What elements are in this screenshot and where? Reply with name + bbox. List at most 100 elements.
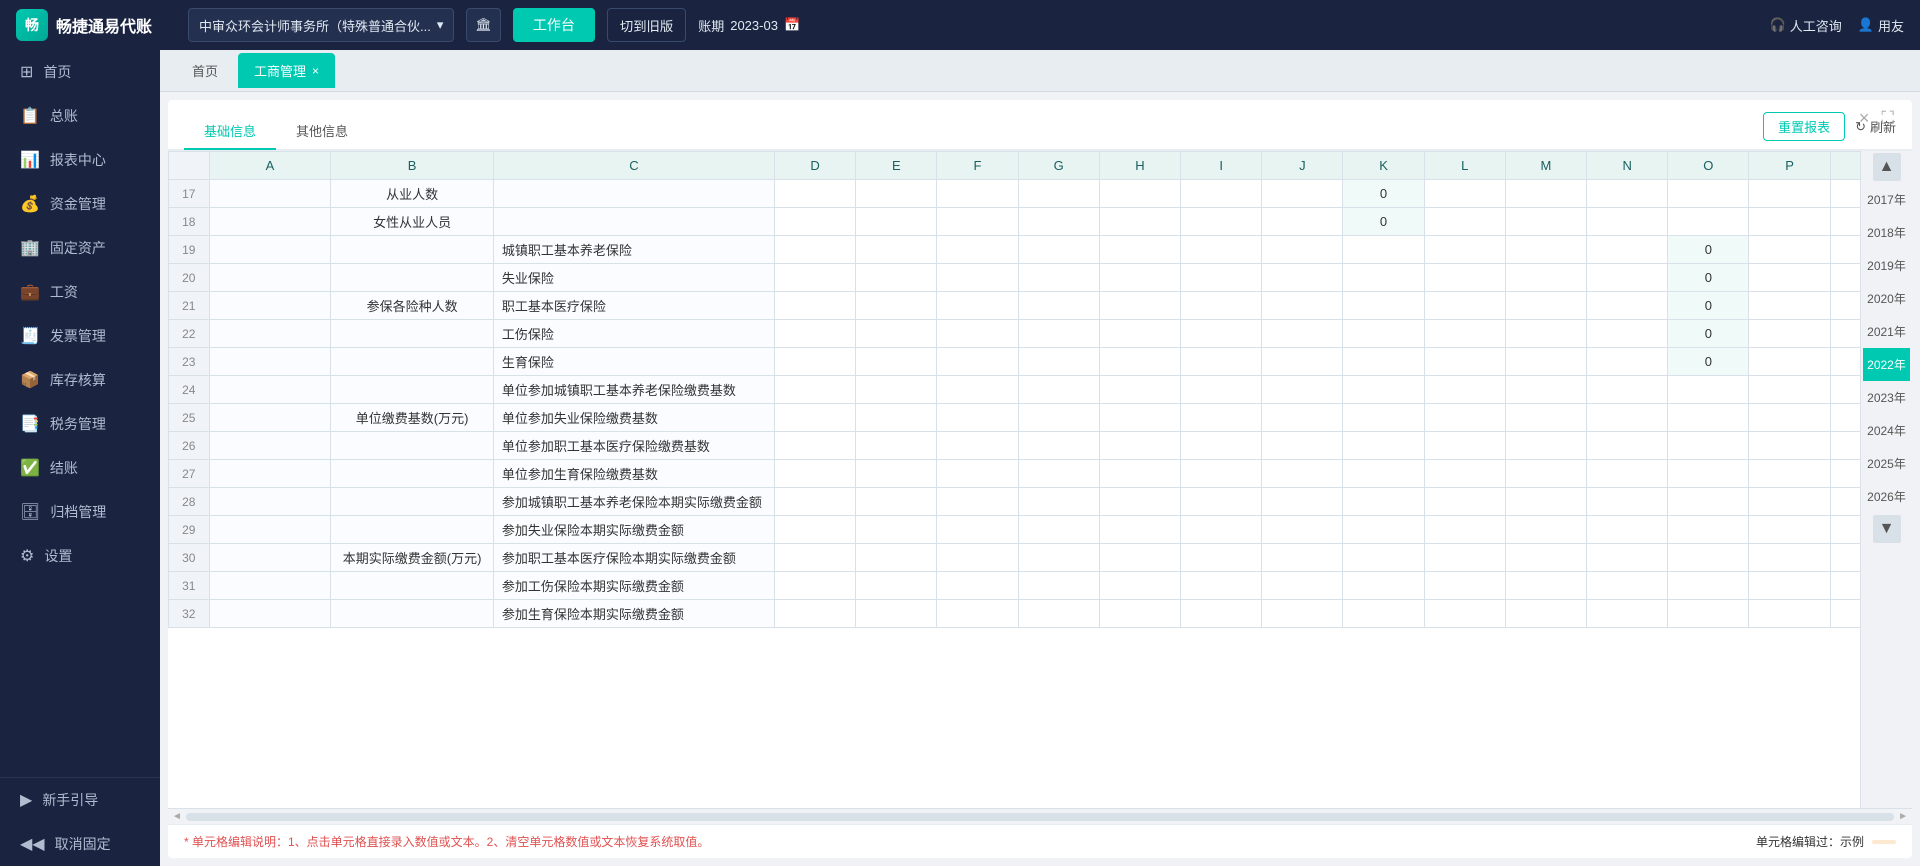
cell-col-l[interactable] [1424,376,1505,404]
cell-col-a[interactable] [209,236,331,264]
cell-col-e[interactable] [856,516,937,544]
cell-col-j[interactable] [1262,348,1343,376]
cell-col-n[interactable] [1587,208,1668,236]
cell-col-n[interactable] [1587,236,1668,264]
year-nav-down[interactable]: ▼ [1873,515,1901,543]
cell-col-p[interactable] [1749,236,1830,264]
cell-col-a[interactable] [209,460,331,488]
table-row[interactable]: 27单位参加生育保险缴费基数 [169,460,1912,488]
cell-col-k[interactable] [1343,572,1424,600]
cell-col-d[interactable] [775,572,856,600]
cell-col-h[interactable] [1099,236,1180,264]
table-row[interactable]: 32参加生育保险本期实际缴费金额 [169,600,1912,628]
cell-col-l[interactable] [1424,600,1505,628]
user-item[interactable]: 👤 用友 [1858,16,1904,35]
table-row[interactable]: 31参加工伤保险本期实际缴费金额 [169,572,1912,600]
year-item[interactable]: 2019年 [1863,249,1910,282]
cell-col-e[interactable] [856,264,937,292]
cell-col-m[interactable] [1505,180,1586,208]
cell-col-i[interactable] [1181,320,1262,348]
cell-col-f[interactable] [937,264,1018,292]
table-row[interactable]: 30本期实际缴费金额(万元)参加职工基本医疗保险本期实际缴费金额 [169,544,1912,572]
cell-col-j[interactable] [1262,292,1343,320]
cell-col-i[interactable] [1181,180,1262,208]
cell-col-h[interactable] [1099,488,1180,516]
cell-col-l[interactable] [1424,544,1505,572]
sub-tab-other[interactable]: 其他信息 [276,113,368,150]
cell-col-d[interactable] [775,432,856,460]
sidebar-item-settings[interactable]: ⚙ 设置 [0,534,160,578]
cell-col-f[interactable] [937,348,1018,376]
cell-col-n[interactable] [1587,516,1668,544]
cell-col-b[interactable] [331,264,493,292]
cell-col-l[interactable] [1424,320,1505,348]
cell-col-p[interactable] [1749,572,1830,600]
cell-col-l[interactable] [1424,516,1505,544]
cell-col-b[interactable] [331,432,493,460]
cell-col-k[interactable] [1343,432,1424,460]
cell-col-b[interactable] [331,516,493,544]
tab-close-icon[interactable]: × [312,65,319,77]
cell-col-o[interactable] [1668,208,1749,236]
cell-col-h[interactable] [1099,516,1180,544]
cell-col-k[interactable] [1343,264,1424,292]
cell-col-a[interactable] [209,376,331,404]
cell-col-l[interactable] [1424,236,1505,264]
sidebar-item-tax[interactable]: 📑 税务管理 [0,402,160,446]
cell-col-c[interactable]: 失业保险 [493,264,774,292]
cell-col-m[interactable] [1505,208,1586,236]
sidebar-item-assets[interactable]: 🏢 固定资产 [0,226,160,270]
cell-col-m[interactable] [1505,544,1586,572]
cell-col-c[interactable]: 参加职工基本医疗保险本期实际缴费金额 [493,544,774,572]
cell-col-m[interactable] [1505,236,1586,264]
cell-col-h[interactable] [1099,600,1180,628]
cell-col-f[interactable] [937,320,1018,348]
cell-col-k[interactable] [1343,376,1424,404]
consult-item[interactable]: 🎧 人工咨询 [1770,16,1842,35]
cell-col-d[interactable] [775,460,856,488]
cell-col-i[interactable] [1181,544,1262,572]
cell-col-g[interactable] [1018,516,1099,544]
cell-col-p[interactable] [1749,376,1830,404]
cell-col-f[interactable] [937,208,1018,236]
cell-col-l[interactable] [1424,404,1505,432]
switch-old-button[interactable]: 切到旧版 [607,8,686,42]
cell-col-o[interactable] [1668,180,1749,208]
h-scrollbar[interactable]: ◄ ► [168,808,1912,824]
table-row[interactable]: 28参加城镇职工基本养老保险本期实际缴费金额 [169,488,1912,516]
cell-col-f[interactable] [937,180,1018,208]
cell-col-o[interactable] [1668,544,1749,572]
cell-col-g[interactable] [1018,600,1099,628]
cell-col-b[interactable]: 本期实际缴费金额(万元) [331,544,493,572]
cell-col-g[interactable] [1018,264,1099,292]
cell-col-f[interactable] [937,404,1018,432]
cell-col-e[interactable] [856,460,937,488]
cell-col-n[interactable] [1587,348,1668,376]
cell-col-n[interactable] [1587,572,1668,600]
cell-col-p[interactable] [1749,600,1830,628]
cell-col-f[interactable] [937,460,1018,488]
cell-col-d[interactable] [775,516,856,544]
cell-col-e[interactable] [856,236,937,264]
cell-col-i[interactable] [1181,236,1262,264]
cell-col-e[interactable] [856,600,937,628]
cell-col-g[interactable] [1018,236,1099,264]
table-row[interactable]: 23生育保险0 [169,348,1912,376]
cell-col-h[interactable] [1099,348,1180,376]
cell-col-n[interactable] [1587,376,1668,404]
cell-col-n[interactable] [1587,264,1668,292]
cell-col-e[interactable] [856,544,937,572]
cell-col-b[interactable]: 女性从业人员 [331,208,493,236]
table-row[interactable]: 26单位参加职工基本医疗保险缴费基数 [169,432,1912,460]
cell-col-n[interactable] [1587,600,1668,628]
cell-col-i[interactable] [1181,376,1262,404]
cell-col-a[interactable] [209,292,331,320]
cell-col-k[interactable] [1343,460,1424,488]
cell-col-p[interactable] [1749,432,1830,460]
cell-col-j[interactable] [1262,432,1343,460]
sidebar-item-funds[interactable]: 💰 资金管理 [0,182,160,226]
cell-col-e[interactable] [856,292,937,320]
cell-col-a[interactable] [209,180,331,208]
cell-col-l[interactable] [1424,572,1505,600]
cell-col-p[interactable] [1749,460,1830,488]
